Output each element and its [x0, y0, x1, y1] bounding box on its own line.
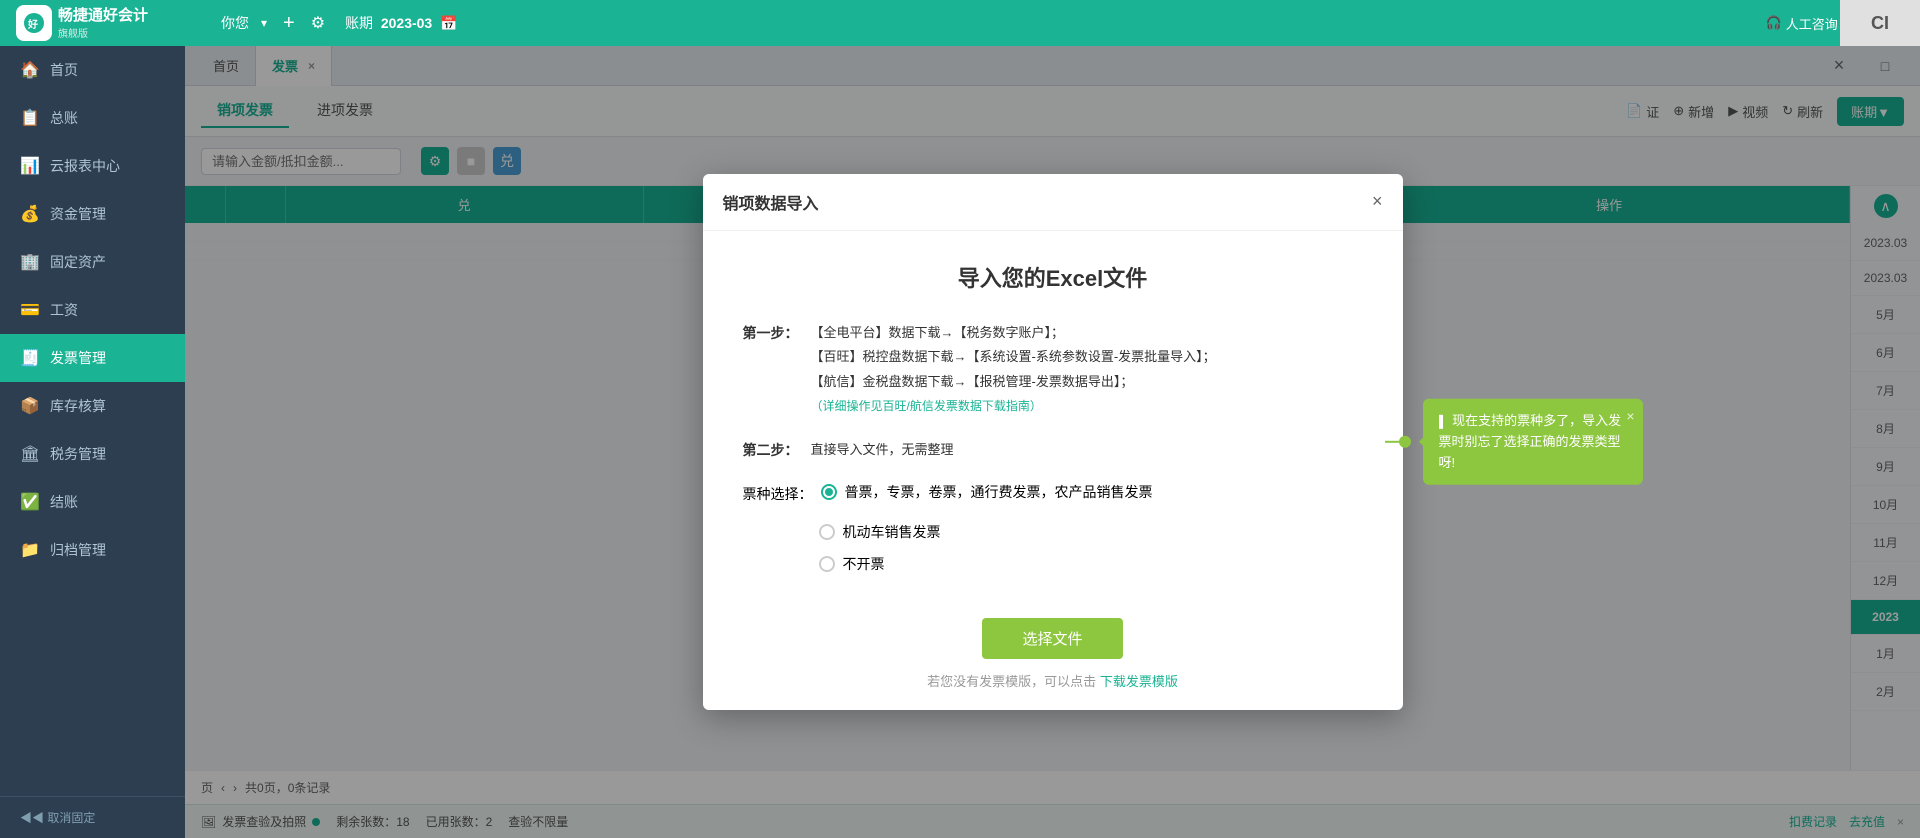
- radio-motor[interactable]: [819, 524, 835, 540]
- sidebar-item-salary[interactable]: 💳 工资: [0, 286, 185, 334]
- modal-header: 销项数据导入 ×: [703, 174, 1403, 231]
- step1-block: 第一步： 【全电平台】数据下载→【税务数字账户】； 【百旺】税控盘数据下载→【系…: [743, 321, 1363, 418]
- import-modal: 销项数据导入 × 导入您的Excel文件 第一步： 【全电平台】数据下载→【税务…: [703, 174, 1403, 711]
- svg-text:好: 好: [27, 18, 38, 31]
- sidebar-label-tax: 税务管理: [50, 444, 106, 464]
- archive-icon: 📁: [20, 540, 40, 560]
- download-template-link[interactable]: 下载发票模版: [1100, 674, 1178, 689]
- step1-content: 【全电平台】数据下载→【税务数字账户】； 【百旺】税控盘数据下载→【系统设置-系…: [811, 321, 1216, 418]
- sidebar-label-invoice: 发票管理: [50, 348, 106, 368]
- tooltip-bubble: 现在支持的票种多了，导入发票时别忘了选择正确的发票类型呀! ×: [1423, 399, 1643, 485]
- headset-icon: 🎧: [1766, 15, 1782, 31]
- sidebar-item-fund[interactable]: 💰 资金管理: [0, 190, 185, 238]
- modal-footer: 选择文件 若您没有发票模版，可以点击 下载发票模版: [703, 610, 1403, 710]
- sidebar-label-salary: 工资: [50, 300, 78, 320]
- period-label: 账期 2023-03 📅: [345, 13, 457, 33]
- salary-icon: 💳: [20, 300, 40, 320]
- modal-tip: 若您没有发票模版，可以点击 下载发票模版: [927, 671, 1178, 690]
- sidebar-label-stock: 库存核算: [50, 396, 106, 416]
- sidebar-label-asset: 固定资产: [50, 252, 106, 272]
- ticket-normal[interactable]: 普票，专票，卷票，通行费发票，农产品销售发票: [821, 482, 1153, 502]
- tax-icon: 🏛: [20, 444, 40, 464]
- unpin-button[interactable]: ◀◀ 取消固定: [0, 796, 185, 838]
- ticket-row-normal: 普票，专票，卷票，通行费发票，农产品销售发票: [821, 482, 1153, 514]
- ticket-select: 票种选择： 普票，专票，卷票，通行费发票，农产品销售发票: [743, 482, 1363, 574]
- sidebar-item-invoice[interactable]: 🧾 发票管理: [0, 334, 185, 382]
- step1-label: 第一步：: [743, 321, 799, 418]
- radio-normal[interactable]: [821, 484, 837, 500]
- sidebar-label-fund: 资金管理: [50, 204, 106, 224]
- sidebar-item-settle[interactable]: ✅ 结账: [0, 478, 185, 526]
- ticket-none-label: 不开票: [843, 554, 885, 574]
- sidebar-item-tax[interactable]: 🏛 税务管理: [0, 430, 185, 478]
- step2-block: 第二步： 直接导入文件，无需整理: [743, 438, 1363, 463]
- service-button[interactable]: 🎧 人工咨询: [1766, 14, 1838, 33]
- asset-icon: 🏢: [20, 252, 40, 272]
- select-file-button[interactable]: 选择文件: [982, 618, 1122, 659]
- fund-icon: 💰: [20, 204, 40, 224]
- ticket-select-label: 票种选择：: [743, 482, 813, 504]
- ticket-none[interactable]: 不开票: [743, 554, 1363, 574]
- step1-line2: 【百旺】税控盘数据下载→【系统设置-系统参数设置-发票批量导入】；: [811, 345, 1216, 370]
- modal-close-button[interactable]: ×: [1372, 191, 1383, 212]
- tooltip-close-icon[interactable]: ×: [1626, 405, 1634, 427]
- sidebar-item-ledger[interactable]: 📋 总账: [0, 94, 185, 142]
- sidebar-item-home[interactable]: 🏠 首页: [0, 46, 185, 94]
- unpin-icon: ◀◀: [20, 811, 44, 825]
- step1-line1: 【全电平台】数据下载→【税务数字账户】；: [811, 321, 1216, 346]
- company-name[interactable]: 你您: [221, 13, 249, 33]
- sidebar-label-settle: 结账: [50, 492, 78, 512]
- invoice-icon: 🧾: [20, 348, 40, 368]
- sidebar-item-report[interactable]: 📊 云报表中心: [0, 142, 185, 190]
- logo-icon: 好: [16, 5, 52, 41]
- sidebar-label-report: 云报表中心: [50, 156, 120, 176]
- app-name: 畅捷通好会计: [58, 7, 148, 25]
- ci-badge[interactable]: CI: [1840, 0, 1920, 46]
- ticket-normal-label: 普票，专票，卷票，通行费发票，农产品销售发票: [845, 482, 1153, 502]
- content-area: 首页 发票 × × □ 销项发票: [185, 46, 1920, 838]
- ledger-icon: 📋: [20, 108, 40, 128]
- app-logo: 好 畅捷通好会计 旗舰版: [16, 5, 201, 41]
- step2-content: 直接导入文件，无需整理: [811, 438, 954, 463]
- settle-icon: ✅: [20, 492, 40, 512]
- modal-body: 导入您的Excel文件 第一步： 【全电平台】数据下载→【税务数字账户】； 【百…: [703, 231, 1403, 611]
- home-icon: 🏠: [20, 60, 40, 80]
- report-icon: 📊: [20, 156, 40, 176]
- sidebar: 🏠 首页 📋 总账 📊 云报表中心 💰 资金管理 🏢 固定资产: [0, 46, 185, 838]
- guide-link[interactable]: 百旺/航信发票数据下载指南: [883, 399, 1030, 413]
- settings-icon[interactable]: ⚙: [311, 13, 325, 33]
- step1-link: （详细操作见百旺/航信发票数据下载指南）: [811, 395, 1216, 418]
- tooltip-text: 现在支持的票种多了，导入发票时别忘了选择正确的发票类型呀!: [1439, 413, 1622, 470]
- ticket-motor-label: 机动车销售发票: [843, 522, 941, 542]
- sidebar-item-asset[interactable]: 🏢 固定资产: [0, 238, 185, 286]
- company-dropdown-icon[interactable]: ▾: [261, 16, 267, 30]
- modal-title: 销项数据导入: [723, 190, 819, 214]
- modal-main-title: 导入您的Excel文件: [743, 261, 1363, 293]
- sidebar-item-stock[interactable]: 📦 库存核算: [0, 382, 185, 430]
- modal-overlay[interactable]: 销项数据导入 × 导入您的Excel文件 第一步： 【全电平台】数据下载→【税务…: [185, 46, 1920, 838]
- sidebar-label-archive: 归档管理: [50, 540, 106, 560]
- ticket-motor[interactable]: 机动车销售发票: [743, 522, 1363, 542]
- sidebar-label-ledger: 总账: [50, 108, 78, 128]
- stock-icon: 📦: [20, 396, 40, 416]
- radio-none[interactable]: [819, 556, 835, 572]
- step2-label: 第二步：: [743, 438, 799, 463]
- app-edition: 旗舰版: [58, 25, 148, 40]
- sidebar-item-archive[interactable]: 📁 归档管理: [0, 526, 185, 574]
- step1-line3: 【航信】金税盘数据下载→【报税管理-发票数据导出】；: [811, 370, 1216, 395]
- add-company-button[interactable]: +: [283, 12, 295, 35]
- sidebar-label-home: 首页: [50, 60, 78, 80]
